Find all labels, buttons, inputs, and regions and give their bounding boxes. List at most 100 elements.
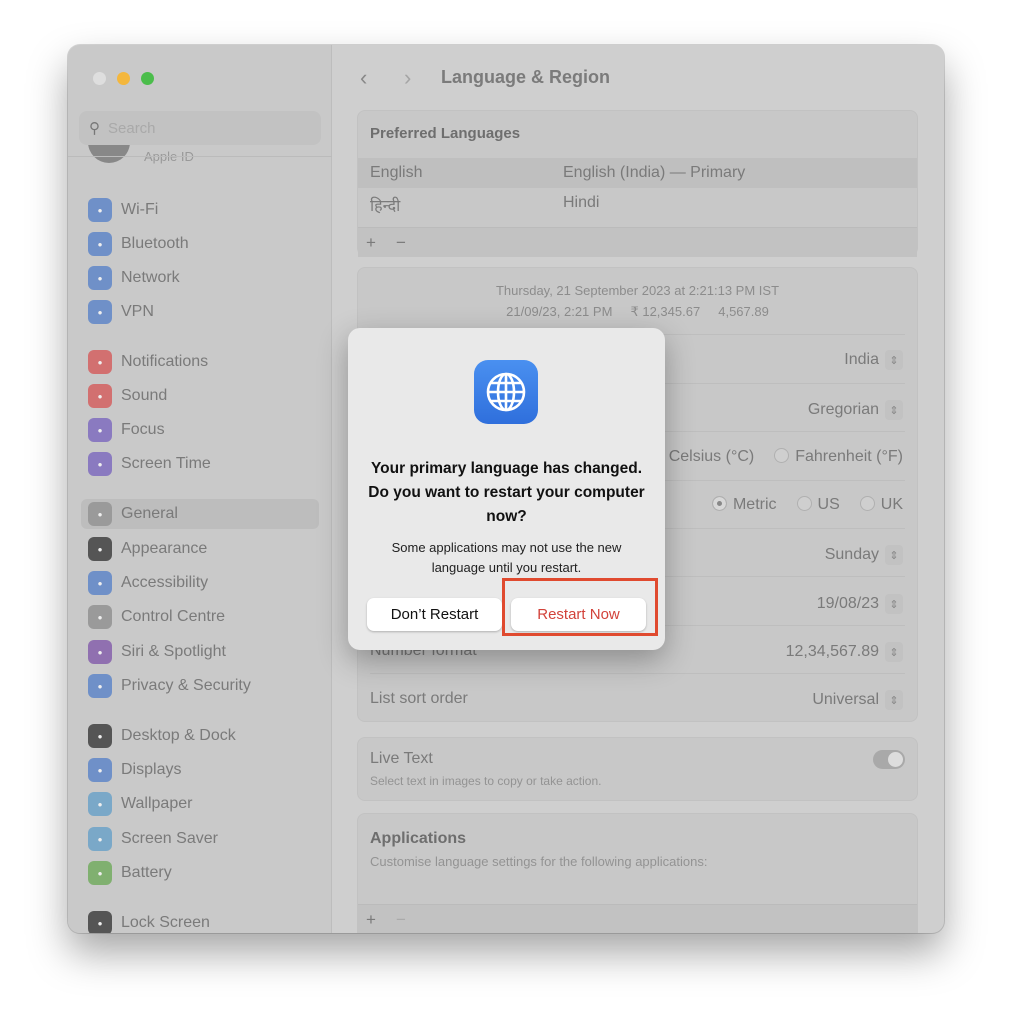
sidebar-item-focus[interactable]: • Focus [81, 415, 319, 445]
stepper-icon: ⇕ [885, 690, 903, 710]
remove-app-button[interactable]: − [396, 910, 406, 930]
temperature-options: Celsius (°C) Fahrenheit (°F) [647, 448, 903, 466]
bluetooth-icon: • [88, 232, 112, 256]
forward-button[interactable]: › [404, 65, 411, 91]
radio-icon [774, 448, 790, 463]
close-button[interactable] [93, 72, 106, 85]
fahrenheit-radio[interactable]: Fahrenheit (°F) [774, 448, 903, 466]
sidebar-item-wi-fi[interactable]: • Wi-Fi [81, 195, 319, 225]
add-language-button[interactable]: + [366, 233, 376, 253]
sidebar-item-label: Notifications [121, 353, 209, 370]
dialog-message: Some applications may not use the new la… [391, 540, 622, 575]
sidebar-item-screen-saver[interactable]: • Screen Saver [81, 824, 319, 854]
sidebar-item-appearance[interactable]: • Appearance [81, 534, 319, 564]
sort-order-label: List sort order [370, 690, 468, 707]
sidebar-item-vpn[interactable]: • VPN [81, 297, 319, 327]
sidebar-item-label: Displays [121, 761, 182, 778]
celsius-label: Celsius (°C) [668, 448, 755, 465]
add-app-button[interactable]: + [366, 910, 376, 930]
search-input[interactable]: ⚲ Search [79, 111, 321, 145]
sidebar-item-label: Screen Saver [121, 830, 218, 847]
metric-radio[interactable]: Metric [711, 496, 777, 514]
number-format-value: 12,34,567.89 [785, 643, 879, 660]
preferred-languages-card: Preferred Languages English English (Ind… [357, 110, 918, 257]
sidebar-item-label: Appearance [121, 540, 208, 557]
format-preview-values: 21/09/23, 2:21 PM ₹ 12,345.67 4,567.89 [506, 304, 769, 319]
accessibility-icon: • [88, 571, 112, 595]
sidebar-item-label: Desktop & Dock [121, 727, 236, 744]
radio-icon [859, 496, 875, 511]
page-title: Language & Region [441, 67, 611, 87]
us-radio[interactable]: US [796, 496, 840, 514]
measurement-options: Metric US UK [711, 496, 903, 514]
sort-order-value: Universal [812, 691, 879, 708]
sidebar-item-notifications[interactable]: • Notifications [81, 347, 319, 377]
sidebar-item-desktop-dock[interactable]: • Desktop & Dock [81, 721, 319, 751]
moon-icon: • [88, 418, 112, 442]
language-name: English [370, 164, 423, 181]
sidebar-item-screen-time[interactable]: • Screen Time [81, 449, 319, 479]
sort-order-select[interactable]: Universal ⇕ [812, 690, 903, 710]
sidebar-item-siri-spotlight[interactable]: • Siri & Spotlight [81, 637, 319, 667]
lock-icon: • [88, 911, 112, 933]
sidebar-item-label: Wi-Fi [121, 201, 159, 218]
uk-radio[interactable]: UK [859, 496, 903, 514]
search-icon: ⚲ [89, 120, 100, 137]
sidebar-item-control-centre[interactable]: • Control Centre [81, 602, 319, 632]
metric-label: Metric [732, 496, 777, 513]
radio-icon [711, 496, 727, 511]
format-preview-date: Thursday, 21 September 2023 at 2:21:13 P… [495, 283, 780, 298]
hand-icon: • [88, 674, 112, 698]
live-text-desc: Select text in images to copy or take ac… [370, 774, 602, 788]
sidebar-item-label: Focus [121, 421, 165, 438]
language-row[interactable]: English English (India) — Primary [358, 158, 917, 188]
remove-language-button[interactable]: − [396, 233, 406, 253]
sidebar-item-label: Screen Time [121, 455, 211, 472]
sidebar-item-displays[interactable]: • Displays [81, 755, 319, 785]
flower-icon: • [88, 792, 112, 816]
sidebar-item-lock-screen[interactable]: • Lock Screen [81, 908, 319, 933]
number-format-select[interactable]: 12,34,567.89 ⇕ [786, 642, 903, 662]
section-title: Preferred Languages [370, 125, 521, 142]
toggles-icon: • [88, 605, 112, 629]
first-day-select[interactable]: Sunday ⇕ [825, 545, 903, 565]
date-format-select[interactable]: 19/08/23 ⇕ [817, 594, 903, 614]
minimize-button[interactable] [117, 72, 130, 85]
sidebar-item-sound[interactable]: • Sound [81, 381, 319, 411]
globe-icon [474, 360, 538, 424]
fahrenheit-label: Fahrenheit (°F) [795, 448, 903, 465]
sidebar-item-accessibility[interactable]: • Accessibility [81, 568, 319, 598]
live-text-toggle[interactable] [873, 750, 905, 769]
language-row[interactable]: हिन्दी Hindi [358, 188, 917, 218]
back-button[interactable]: ‹ [360, 65, 367, 91]
applications-desc: Customise language settings for the foll… [370, 854, 708, 869]
dont-restart-button[interactable]: Don’t Restart [367, 598, 502, 631]
sidebar-item-label: Network [121, 269, 180, 286]
language-detail: English (India) — Primary [563, 164, 746, 181]
sidebar-item-label: Battery [121, 864, 172, 881]
bell-icon: • [88, 350, 112, 374]
sidebar-item-label: Siri & Spotlight [121, 643, 226, 660]
sidebar-item-label: Sound [121, 387, 168, 404]
sidebar-item-general[interactable]: • General [81, 499, 319, 529]
sidebar-item-battery[interactable]: • Battery [81, 858, 319, 888]
sidebar-item-label: Control Centre [121, 608, 226, 625]
applications-card: Applications Customise language settings… [357, 813, 918, 933]
sidebar-item-bluetooth[interactable]: • Bluetooth [81, 229, 319, 259]
sidebar-item-privacy-security[interactable]: • Privacy & Security [81, 671, 319, 701]
avatar [88, 145, 130, 163]
sidebar-item-network[interactable]: • Network [81, 263, 319, 293]
region-select[interactable]: India ⇕ [844, 350, 903, 370]
sidebar-item-wallpaper[interactable]: • Wallpaper [81, 789, 319, 819]
calendar-select[interactable]: Gregorian ⇕ [808, 400, 903, 420]
zoom-button[interactable] [141, 72, 154, 85]
gear-icon: • [88, 502, 112, 526]
stepper-icon: ⇕ [885, 642, 903, 662]
dock-icon: • [88, 724, 112, 748]
stepper-icon: ⇕ [885, 545, 903, 565]
date-format-value: 19/08/23 [816, 595, 879, 612]
sidebar-item-label: Privacy & Security [121, 677, 251, 694]
sidebar: Apple ID ⚲ Search • Wi-Fi • Bluetooth • Networ… [68, 45, 332, 933]
sidebar-item-label: Lock Screen [121, 914, 210, 931]
siri-icon: • [88, 640, 112, 664]
